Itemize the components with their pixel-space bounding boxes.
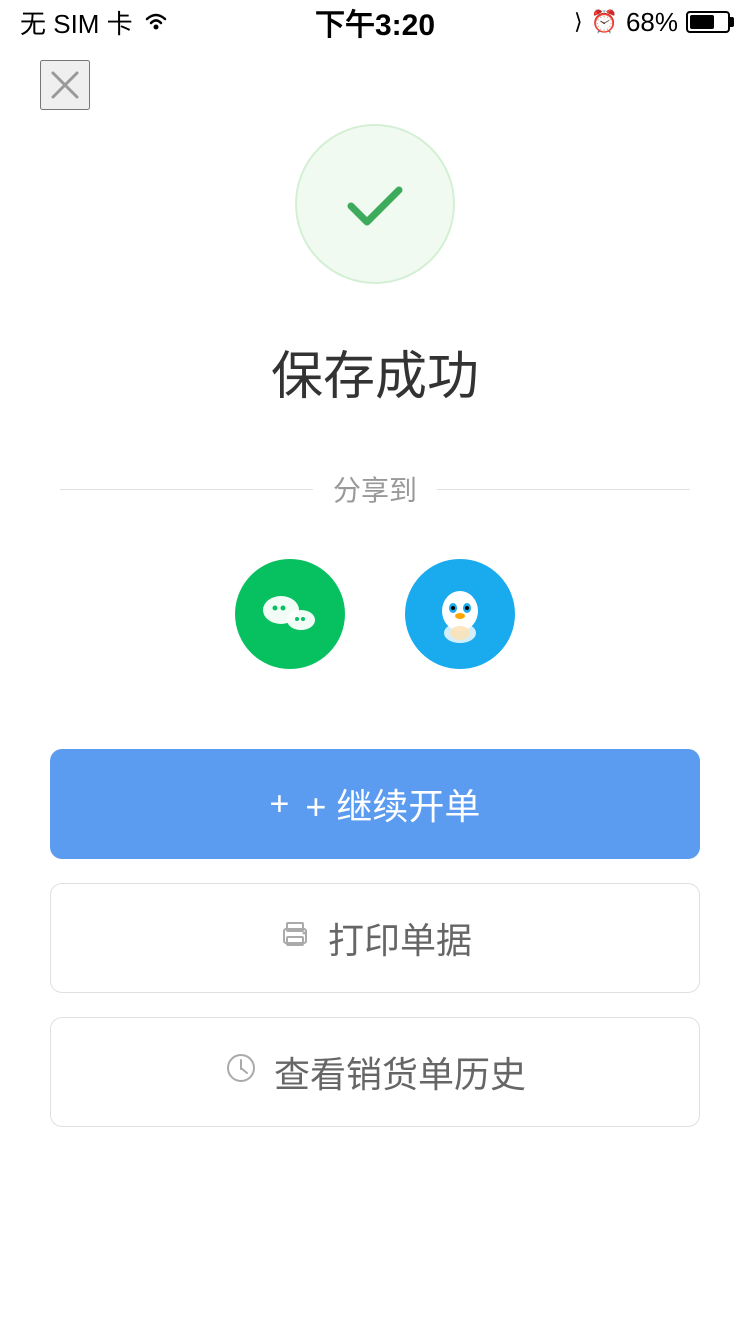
print-label: 打印单据 [328,912,472,964]
divider-right [437,489,690,490]
buttons-section: + + 继续开单 打印单据 [0,749,750,1127]
battery-icon [686,11,730,33]
print-icon [278,917,312,960]
wechat-share-button[interactable] [235,559,345,669]
clock-icon [224,1051,258,1094]
continue-label: + 继续开单 [305,778,480,830]
divider-left [60,489,313,490]
status-right: ⟩ ⏰ 68% [574,7,730,38]
history-button[interactable]: 查看销货单历史 [50,1017,700,1127]
status-left: 无 SIM 卡 [20,4,171,41]
status-bar: 无 SIM 卡 下午3:20 ⟩ ⏰ 68% [0,0,750,44]
share-icons-row [235,559,515,669]
alarm-icon: ⏰ [591,9,618,35]
status-time: 下午3:20 [315,0,435,44]
success-title: 保存成功 [271,334,479,409]
history-label: 查看销货单历史 [274,1046,526,1098]
share-label: 分享到 [313,469,437,509]
main-content: 保存成功 分享到 [0,44,750,1127]
print-button[interactable]: 打印单据 [50,883,700,993]
plus-icon: + [270,785,290,824]
continue-button[interactable]: + + 继续开单 [50,749,700,859]
no-sim-label: 无 SIM 卡 [20,4,133,41]
wifi-icon [141,6,171,38]
close-button[interactable] [40,60,90,110]
share-divider: 分享到 [0,469,750,509]
success-icon [295,124,455,284]
qq-share-button[interactable] [405,559,515,669]
battery-percent: 68% [626,7,678,38]
location-icon: ⟩ [574,9,583,35]
